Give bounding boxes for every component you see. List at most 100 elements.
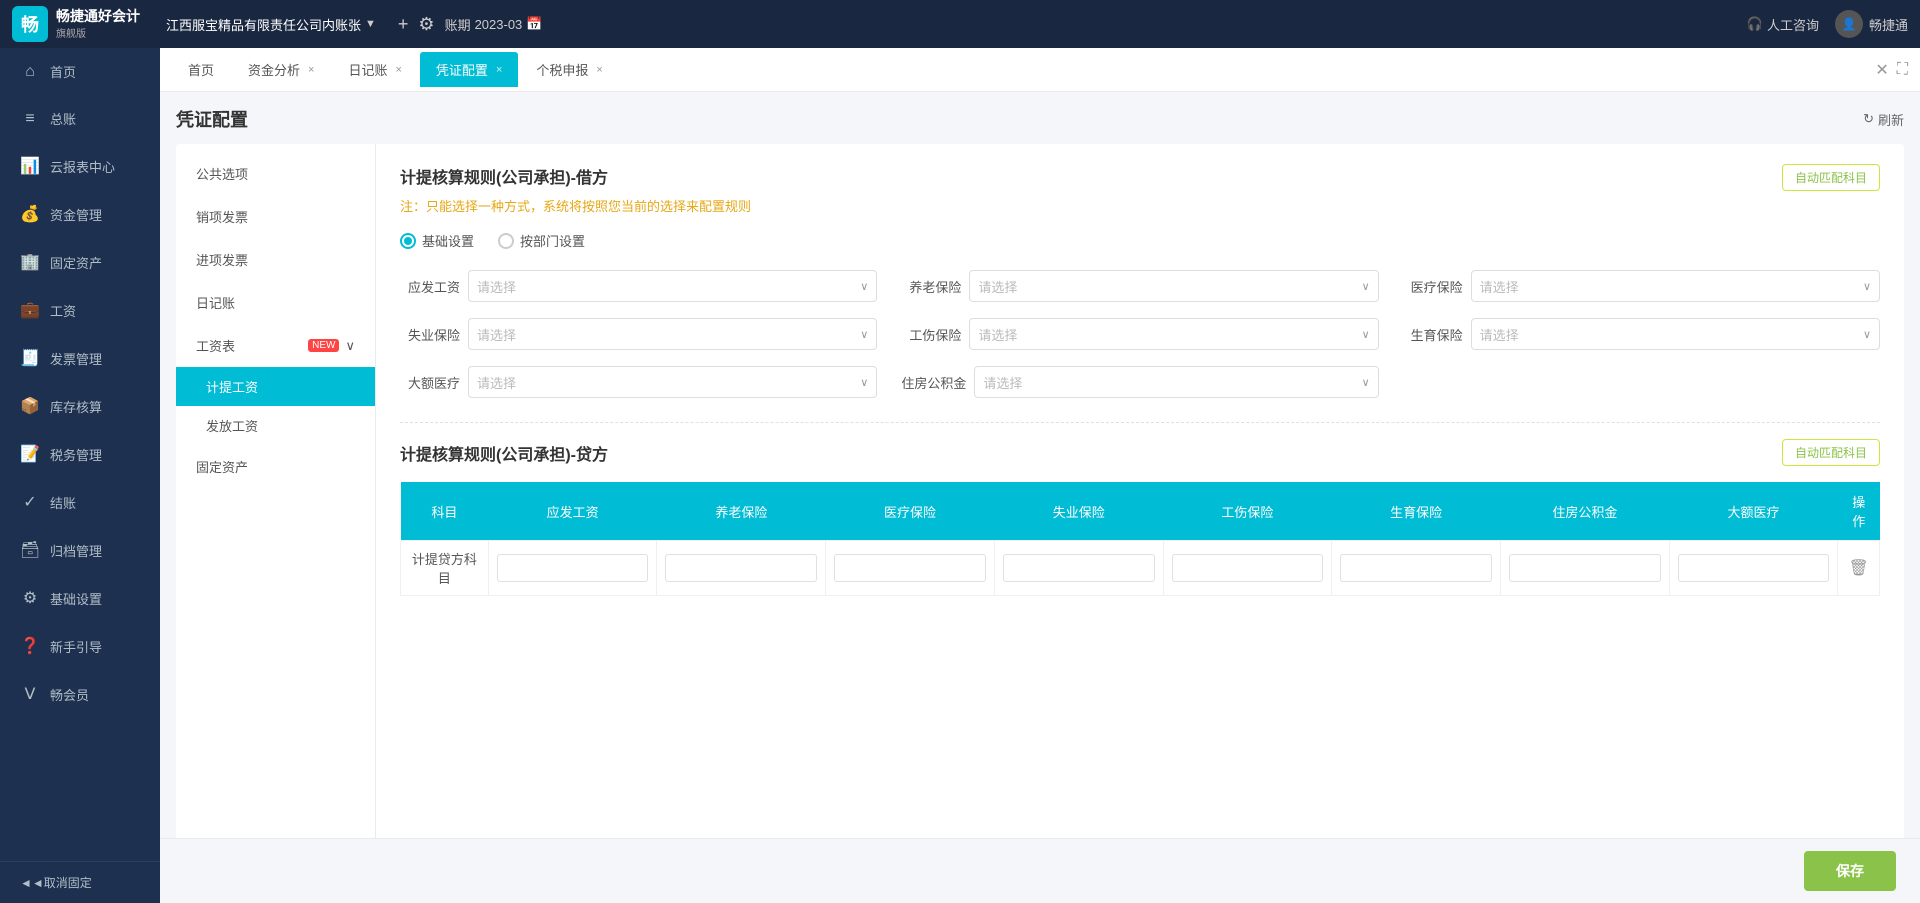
unemployment-placeholder: 请选择: [477, 325, 516, 344]
company-selector[interactable]: 江西服宝精品有限责任公司内账张 ▼: [166, 15, 376, 34]
row-medical-input[interactable]: [834, 554, 986, 582]
tab-voucher-label: 凭证配置: [436, 60, 488, 79]
row-unemployment-input[interactable]: [1003, 554, 1155, 582]
row-housing-input[interactable]: [1509, 554, 1661, 582]
save-button[interactable]: 保存: [1804, 851, 1896, 891]
sidebar-bottom: ◄◄取消固定: [0, 861, 160, 903]
debit-section: 计提核算规则(公司承担)-借方 注：只能选择一种方式，系统将按照您当前的选择来配…: [400, 164, 1880, 398]
sidebar-item-salary[interactable]: 💼 工资: [0, 286, 160, 334]
nav-salary-accrual[interactable]: 计提工资: [176, 367, 375, 406]
tab-journal[interactable]: 日记账 ×: [332, 52, 417, 87]
auto-match-credit-button[interactable]: 自动匹配科目: [1782, 439, 1880, 466]
topbar-right: 🎧 人工咨询 👤 畅捷通: [1747, 10, 1908, 38]
refresh-icon: ↻: [1863, 111, 1874, 127]
medical-select[interactable]: 请选择 ∨: [1471, 270, 1880, 302]
credit-table: 科目 应发工资 养老保险 医疗保险 失业保险 工伤保险 生育保险 住房公积金 大…: [400, 482, 1880, 596]
tab-home[interactable]: 首页: [172, 52, 230, 87]
sidebar-item-archive[interactable]: 🗃 归档管理: [0, 526, 160, 574]
row-salary-cell: [488, 541, 657, 596]
row-large-medical-input[interactable]: [1678, 554, 1830, 582]
radio-dept-circle: [498, 233, 514, 249]
sidebar-item-vip[interactable]: Ⅴ 畅会员: [0, 670, 160, 718]
housing-select[interactable]: 请选择 ∨: [974, 366, 1378, 398]
tab-journal-close[interactable]: ×: [395, 64, 401, 76]
pension-label: 养老保险: [901, 277, 961, 296]
service-button[interactable]: 🎧 人工咨询: [1747, 15, 1819, 34]
sidebar-item-tax[interactable]: 📝 税务管理: [0, 430, 160, 478]
settings-icon[interactable]: ⚙: [418, 14, 434, 35]
row-action-cell: 🗑: [1838, 541, 1880, 596]
housing-placeholder: 请选择: [983, 373, 1022, 392]
salary-select[interactable]: 请选择 ∨: [468, 270, 877, 302]
salary-placeholder: 请选择: [477, 277, 516, 296]
save-area: 保存: [160, 838, 1920, 903]
row-pension-input[interactable]: [665, 554, 817, 582]
ledger-icon: ≡: [20, 110, 40, 128]
section-separator: [400, 422, 1880, 423]
sidebar-label-reports: 云报表中心: [50, 157, 115, 176]
avatar: 👤: [1835, 10, 1863, 38]
sidebar-item-reports[interactable]: 📊 云报表中心: [0, 142, 160, 190]
sidebar-item-ledger[interactable]: ≡ 总账: [0, 95, 160, 142]
refresh-button[interactable]: ↻ 刷新: [1863, 110, 1904, 129]
period-value: 2023-03: [475, 17, 523, 32]
sidebar-item-fund[interactable]: 💰 资金管理: [0, 190, 160, 238]
tab-tax-report[interactable]: 个税申报 ×: [520, 52, 618, 87]
sidebar-item-closing[interactable]: ✓ 结账: [0, 478, 160, 526]
user-info[interactable]: 👤 畅捷通: [1835, 10, 1908, 38]
nav-public[interactable]: 公共选项: [176, 152, 375, 195]
nav-journal[interactable]: 日记账: [176, 281, 375, 324]
content-area: 首页 资金分析 × 日记账 × 凭证配置 × 个税申报 × ✕ ⛶: [160, 48, 1920, 903]
sidebar-item-invoice[interactable]: 🧾 发票管理: [0, 334, 160, 382]
inventory-icon: 📦: [20, 396, 40, 416]
work-injury-label: 工伤保险: [901, 325, 961, 344]
page-title: 凭证配置: [176, 106, 248, 132]
sidebar-item-assets[interactable]: 🏢 固定资产: [0, 238, 160, 286]
table-row: 计提贷方科目 🗑: [401, 541, 1880, 596]
add-button[interactable]: +: [398, 14, 409, 35]
work-injury-placeholder: 请选择: [978, 325, 1017, 344]
th-pension: 养老保险: [657, 482, 826, 541]
row-maternity-input[interactable]: [1340, 554, 1492, 582]
nav-salary-table[interactable]: 工资表 NEW ∨: [176, 324, 375, 367]
nav-fixed-assets[interactable]: 固定资产: [176, 445, 375, 488]
large-medical-field: 大额医疗 请选择 ∨: [400, 366, 877, 398]
auto-match-debit-button[interactable]: 自动匹配科目: [1782, 164, 1880, 191]
nav-salary-pay[interactable]: 发放工资: [176, 406, 375, 445]
auto-match-credit-label: 自动匹配科目: [1795, 444, 1867, 461]
work-injury-select[interactable]: 请选择 ∨: [969, 318, 1378, 350]
home-icon: ⌂: [20, 63, 40, 81]
pension-select[interactable]: 请选择 ∨: [969, 270, 1378, 302]
tab-fund-close[interactable]: ×: [308, 64, 314, 76]
sidebar-item-inventory[interactable]: 📦 库存核算: [0, 382, 160, 430]
unemployment-select[interactable]: 请选择 ∨: [468, 318, 877, 350]
tab-voucher-close[interactable]: ×: [496, 64, 502, 76]
sidebar-label-fund: 资金管理: [50, 205, 102, 224]
unemployment-arrow-icon: ∨: [860, 328, 868, 341]
tab-tax-label: 个税申报: [536, 60, 588, 79]
sidebar-item-basic[interactable]: ⚙ 基础设置: [0, 574, 160, 622]
period-selector[interactable]: 账期 2023-03 📅: [445, 15, 543, 34]
radio-basic[interactable]: 基础设置: [400, 231, 474, 250]
expand-button[interactable]: ⛶: [1897, 61, 1908, 79]
maternity-select[interactable]: 请选择 ∨: [1471, 318, 1880, 350]
sidebar-label-inventory: 库存核算: [50, 397, 102, 416]
row-work-injury-input[interactable]: [1172, 554, 1324, 582]
radio-dept[interactable]: 按部门设置: [498, 231, 585, 250]
large-medical-select[interactable]: 请选择 ∨: [468, 366, 877, 398]
delete-row-button[interactable]: 🗑: [1849, 558, 1869, 578]
tab-bar: 首页 资金分析 × 日记账 × 凭证配置 × 个税申报 × ✕ ⛶: [160, 48, 1920, 92]
nav-sales[interactable]: 销项发票: [176, 195, 375, 238]
sidebar-item-home[interactable]: ⌂ 首页: [0, 48, 160, 95]
tab-fund[interactable]: 资金分析 ×: [232, 52, 330, 87]
cancel-pin-button[interactable]: ◄◄取消固定: [0, 862, 160, 903]
salary-icon: 💼: [20, 300, 40, 320]
topbar-actions: + ⚙: [398, 14, 435, 35]
tab-voucher[interactable]: 凭证配置 ×: [420, 52, 518, 87]
row-salary-input[interactable]: [497, 554, 649, 582]
nav-purchase[interactable]: 进项发票: [176, 238, 375, 281]
tab-tax-close[interactable]: ×: [596, 64, 602, 76]
pension-field: 养老保险 请选择 ∨: [901, 270, 1378, 302]
sidebar-item-guide[interactable]: ❓ 新手引导: [0, 622, 160, 670]
close-tab-button[interactable]: ✕: [1875, 60, 1888, 80]
